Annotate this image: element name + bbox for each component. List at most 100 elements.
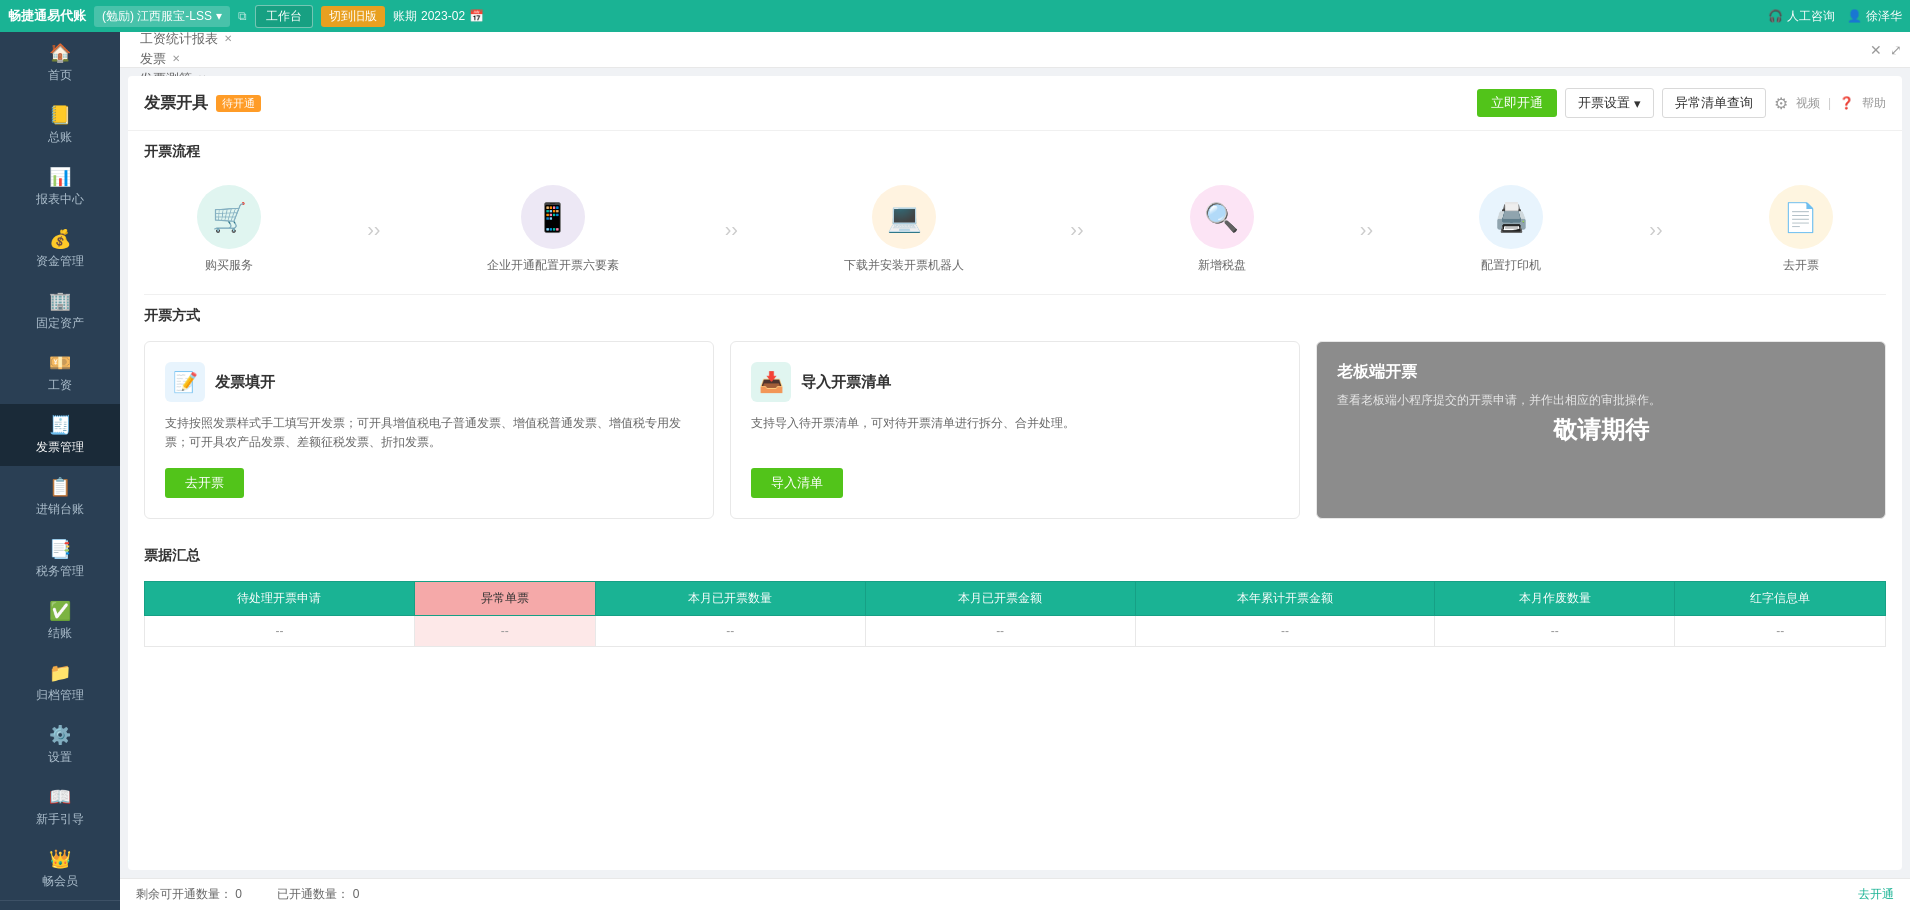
- period-label: 账期: [393, 8, 417, 25]
- page-title-area: 发票开具 待开通: [144, 93, 261, 114]
- col-header-red_info: 红字信息单: [1675, 582, 1886, 616]
- sidebar-item-guide[interactable]: 📖 新手引导: [0, 776, 120, 838]
- col-header-month_void: 本月作废数量: [1435, 582, 1675, 616]
- cell-red_info: --: [1675, 616, 1886, 647]
- top-bar-left: 畅捷通易代账 (勉励) 江西服宝-LSS ▾ ⧉ 工作台 切到旧版 账期 202…: [8, 5, 484, 28]
- card-title-import: 导入开票清单: [801, 373, 891, 392]
- restore-icon[interactable]: ⤢: [1890, 42, 1902, 58]
- avatar-icon: 👤: [1847, 9, 1862, 23]
- sidebar-label-assets: 固定资产: [36, 315, 84, 332]
- sidebar-item-checkout[interactable]: ✅ 结账: [0, 590, 120, 652]
- sidebar-item-assets[interactable]: 🏢 固定资产: [0, 280, 120, 342]
- close-tab-icon[interactable]: ✕: [1870, 42, 1882, 58]
- col-header-pending: 待处理开票申请: [145, 582, 415, 616]
- tab-close-salary_report[interactable]: ✕: [222, 32, 234, 45]
- sidebar-item-tax[interactable]: 📑 税务管理: [0, 528, 120, 590]
- card-desc-manual: 支持按照发票样式手工填写开发票；可开具增值税电子普通发票、增值税普通发票、增值税…: [165, 414, 693, 452]
- workspace-button[interactable]: 工作台: [255, 5, 313, 28]
- open-now-button[interactable]: 立即开通: [1477, 89, 1557, 117]
- sidebar-item-member[interactable]: 👑 畅会员: [0, 838, 120, 900]
- step-open_invoice[interactable]: 📄 去开票: [1769, 185, 1833, 274]
- sidebar-item-funds[interactable]: 💰 资金管理: [0, 218, 120, 280]
- copy-icon: ⧉: [238, 9, 247, 23]
- step-arrow-1: ››: [725, 218, 738, 241]
- sidebar-bottom: 📌 取消固定: [0, 900, 120, 910]
- calendar-icon[interactable]: 📅: [469, 9, 484, 23]
- process-steps: 🛒 购买服务 ›› 📱 企业开通配置开票六要素 ›› 💻 下载并安装开票机器人 …: [144, 177, 1886, 282]
- period-tag: 账期 2023-02 📅: [393, 8, 484, 25]
- assets-icon: 🏢: [49, 290, 71, 312]
- sidebar-label-member: 畅会员: [42, 873, 78, 890]
- tab-bar: 首页工资表✕工资统计报表✕发票✕发票测算✕发票开具✕ ✕ ⤢: [120, 32, 1910, 68]
- sidebar-item-invoice[interactable]: 🧾 发票管理: [0, 404, 120, 466]
- method-card-manual: 📝 发票填开 支持按照发票样式手工填写开发票；可开具增值税电子普通发票、增值税普…: [144, 341, 714, 519]
- tab-invoice_list[interactable]: 发票 ✕: [128, 50, 246, 70]
- summary-table: 待处理开票申请异常单票本月已开票数量本月已开票金额本年累计开票金额本月作废数量红…: [144, 581, 1886, 647]
- payroll-icon: 💴: [49, 352, 71, 374]
- app-layout: 🏠 首页 📒 总账 📊 报表中心 💰 资金管理 🏢 固定资产 💴 工资 🧾 发票…: [0, 32, 1910, 910]
- checkout-icon: ✅: [49, 600, 71, 622]
- card-btn-manual[interactable]: 去开票: [165, 468, 244, 498]
- step-add_taxdisk[interactable]: 🔍 新增税盘: [1190, 185, 1254, 274]
- card-header-manual: 📝 发票填开: [165, 362, 693, 402]
- sidebar-item-ledger[interactable]: 📒 总账: [0, 94, 120, 156]
- sidebar-label-archive: 归档管理: [36, 687, 84, 704]
- cell-abnormal: --: [414, 616, 595, 647]
- sidebar-item-purchase[interactable]: 📋 进销台账: [0, 466, 120, 528]
- sidebar-label-payroll: 工资: [48, 377, 72, 394]
- sidebar-item-archive[interactable]: 📁 归档管理: [0, 652, 120, 714]
- reports-icon: 📊: [49, 166, 71, 188]
- sidebar-item-reports[interactable]: 📊 报表中心: [0, 156, 120, 218]
- top-bar: 畅捷通易代账 (勉励) 江西服宝-LSS ▾ ⧉ 工作台 切到旧版 账期 202…: [0, 0, 1910, 32]
- step-icon-enterprise_open: 📱: [521, 185, 585, 249]
- go-open-link[interactable]: 去开通: [1858, 886, 1894, 903]
- card-btn-import[interactable]: 导入清单: [751, 468, 843, 498]
- step-buy_service[interactable]: 🛒 购买服务: [197, 185, 261, 274]
- sidebar-item-settings[interactable]: ⚙️ 设置: [0, 714, 120, 776]
- sidebar-label-reports: 报表中心: [36, 191, 84, 208]
- cell-month_void: --: [1435, 616, 1675, 647]
- col-header-month_amount: 本月已开票金额: [865, 582, 1135, 616]
- sidebar-item-payroll[interactable]: 💴 工资: [0, 342, 120, 404]
- step-config_printer[interactable]: 🖨️ 配置打印机: [1479, 185, 1543, 274]
- cell-month_amount: --: [865, 616, 1135, 647]
- tab-close-invoice_list[interactable]: ✕: [170, 52, 182, 65]
- col-header-year_amount: 本年累计开票金额: [1135, 582, 1435, 616]
- tab-salary_report[interactable]: 工资统计报表 ✕: [128, 32, 246, 50]
- user-profile[interactable]: 👤 徐泽华: [1847, 8, 1902, 25]
- divider: |: [1828, 96, 1831, 110]
- card-title-manual: 发票填开: [215, 373, 275, 392]
- tab-label-salary_report: 工资统计报表: [140, 32, 218, 48]
- home-icon: 🏠: [49, 42, 71, 64]
- help-icon[interactable]: ❓: [1839, 96, 1854, 110]
- page-title: 发票开具: [144, 93, 208, 114]
- methods-section: 开票方式 📝 发票填开 支持按照发票样式手工填写开发票；可开具增值税电子普通发票…: [128, 295, 1902, 547]
- service-button[interactable]: 🎧 人工咨询: [1768, 8, 1835, 25]
- headset-icon: 🎧: [1768, 9, 1783, 23]
- help-label[interactable]: 帮助: [1862, 95, 1886, 112]
- abnormal-query-button[interactable]: 异常清单查询: [1662, 88, 1766, 118]
- sidebar-item-home[interactable]: 🏠 首页: [0, 32, 120, 94]
- company-selector[interactable]: (勉励) 江西服宝-LSS ▾: [94, 6, 230, 27]
- sidebar-label-purchase: 进销台账: [36, 501, 84, 518]
- process-title: 开票流程: [144, 143, 1886, 161]
- step-arrow-4: ››: [1649, 218, 1662, 241]
- step-icon-add_taxdisk: 🔍: [1190, 185, 1254, 249]
- step-enterprise_open[interactable]: 📱 企业开通配置开票六要素: [487, 185, 619, 274]
- cell-pending: --: [145, 616, 415, 647]
- tab-label-invoice_list: 发票: [140, 50, 166, 68]
- settings-icon[interactable]: ⚙: [1774, 94, 1788, 113]
- sidebar-label-checkout: 结账: [48, 625, 72, 642]
- step-download_robot[interactable]: 💻 下载并安装开票机器人: [844, 185, 964, 274]
- card-action-manual: 去开票: [165, 468, 693, 498]
- period-value: 2023-02: [421, 9, 465, 23]
- step-icon-download_robot: 💻: [872, 185, 936, 249]
- settings-icon: ⚙️: [49, 724, 71, 746]
- view-label[interactable]: 视频: [1796, 95, 1820, 112]
- main-content: 首页工资表✕工资统计报表✕发票✕发票测算✕发票开具✕ ✕ ⤢ 发票开具 待开通 …: [120, 32, 1910, 910]
- archive-icon: 📁: [49, 662, 71, 684]
- open-settings-button[interactable]: 开票设置 ▾: [1565, 88, 1654, 118]
- old-version-button[interactable]: 切到旧版: [321, 6, 385, 27]
- sidebar-label-settings: 设置: [48, 749, 72, 766]
- step-arrow-0: ››: [367, 218, 380, 241]
